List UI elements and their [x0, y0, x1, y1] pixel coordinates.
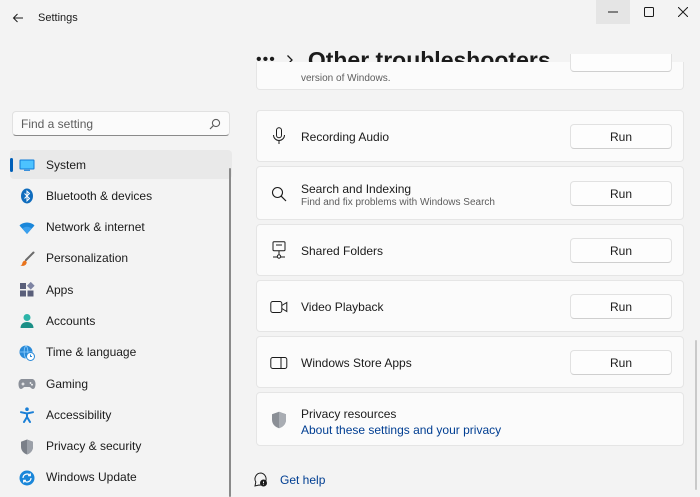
get-help-label[interactable]: Get help [280, 473, 325, 487]
back-arrow-icon [12, 13, 23, 23]
privacy-resources-card: Privacy resources About these settings a… [256, 392, 684, 446]
sidebar-item-label: Network & internet [46, 220, 145, 235]
card-title: Privacy resources [301, 407, 397, 421]
run-button-search-indexing[interactable]: Run [570, 181, 672, 206]
maximize-button[interactable] [632, 0, 666, 24]
search-icon[interactable] [209, 118, 221, 130]
sidebar-item-windows-update[interactable]: Windows Update [10, 463, 232, 492]
globe-clock-icon [18, 344, 36, 362]
sidebar-item-label: System [46, 157, 87, 172]
troubleshooter-card-video-playback: Video Playback Run [256, 280, 684, 332]
sidebar-item-label: Apps [46, 282, 74, 297]
card-title: Shared Folders [301, 244, 384, 258]
sidebar-item-network[interactable]: Network & internet [10, 213, 232, 242]
card-subtitle: Find and fix problems with Windows Searc… [301, 197, 495, 208]
help-chat-icon [254, 472, 267, 487]
sidebar: System Bluetooth & devices Network & int… [10, 150, 232, 494]
sidebar-item-accounts[interactable]: Accounts [10, 306, 232, 335]
title-bar: Settings [0, 0, 700, 36]
sidebar-scrollbar[interactable] [229, 168, 231, 497]
sidebar-item-label: Personalization [46, 251, 129, 266]
privacy-link[interactable]: About these settings and your privacy [301, 423, 501, 437]
app-title: Settings [38, 12, 78, 24]
shield-icon [269, 410, 289, 430]
gamepad-icon [18, 375, 36, 393]
sidebar-item-label: Bluetooth & devices [46, 188, 153, 203]
wifi-icon [18, 219, 36, 237]
sidebar-item-label: Time & language [46, 345, 137, 360]
close-icon [678, 7, 688, 17]
run-button-video-playback[interactable]: Run [570, 294, 672, 319]
sidebar-item-label: Gaming [46, 376, 89, 391]
sidebar-item-personalization[interactable]: Personalization [10, 244, 232, 273]
sidebar-item-gaming[interactable]: Gaming [10, 369, 232, 398]
sidebar-item-bluetooth[interactable]: Bluetooth & devices [10, 181, 232, 210]
sidebar-item-accessibility[interactable]: Accessibility [10, 400, 232, 429]
sidebar-item-label: Privacy & security [46, 439, 142, 454]
troubleshooter-card-shared-folders: Shared Folders Run [256, 224, 684, 276]
run-button-recording-audio[interactable]: Run [570, 124, 672, 149]
run-button-shared-folders[interactable]: Run [570, 238, 672, 263]
store-app-icon [269, 353, 289, 373]
network-drive-icon [269, 240, 289, 260]
sidebar-item-label: Windows Update [46, 470, 137, 485]
search-box[interactable] [12, 111, 230, 136]
run-button-windows-store-apps[interactable]: Run [570, 350, 672, 375]
content-scrollbar[interactable] [695, 340, 697, 490]
sidebar-item-label: Accessibility [46, 407, 112, 422]
shield-icon [18, 438, 36, 456]
search-icon [269, 184, 289, 204]
apps-icon [18, 281, 36, 299]
card-title: Search and Indexing [301, 182, 412, 196]
card-title: Recording Audio [301, 130, 390, 144]
video-icon [269, 297, 289, 317]
accounts-icon [18, 312, 36, 330]
sidebar-item-label: Accounts [46, 313, 96, 328]
brush-icon [18, 250, 36, 268]
microphone-icon [269, 126, 289, 146]
sidebar-item-system[interactable]: System [10, 150, 232, 179]
run-button-partial[interactable] [570, 54, 672, 72]
close-button[interactable] [666, 0, 700, 24]
update-icon [18, 469, 36, 487]
accessibility-icon [18, 406, 36, 424]
troubleshooter-card-windows-store-apps: Windows Store Apps Run [256, 336, 684, 388]
maximize-icon [644, 7, 654, 17]
back-button[interactable] [6, 6, 30, 30]
card-title: Windows Store Apps [301, 356, 412, 370]
troubleshooter-card-partial: version of Windows. [256, 54, 684, 90]
troubleshooter-card-search-indexing: Search and Indexing Find and fix problem… [256, 166, 684, 220]
minimize-icon [608, 11, 618, 13]
sidebar-item-time-language[interactable]: Time & language [10, 338, 232, 367]
bluetooth-icon [18, 187, 36, 205]
get-help-link[interactable]: Get help [254, 472, 325, 488]
system-icon [18, 156, 36, 174]
sidebar-item-privacy-security[interactable]: Privacy & security [10, 432, 232, 461]
card-subtitle: version of Windows. [301, 73, 391, 84]
search-input[interactable] [21, 116, 209, 131]
minimize-button[interactable] [596, 0, 630, 24]
card-title: Video Playback [301, 300, 384, 314]
troubleshooter-card-recording-audio: Recording Audio Run [256, 110, 684, 162]
sidebar-item-apps[interactable]: Apps [10, 275, 232, 304]
